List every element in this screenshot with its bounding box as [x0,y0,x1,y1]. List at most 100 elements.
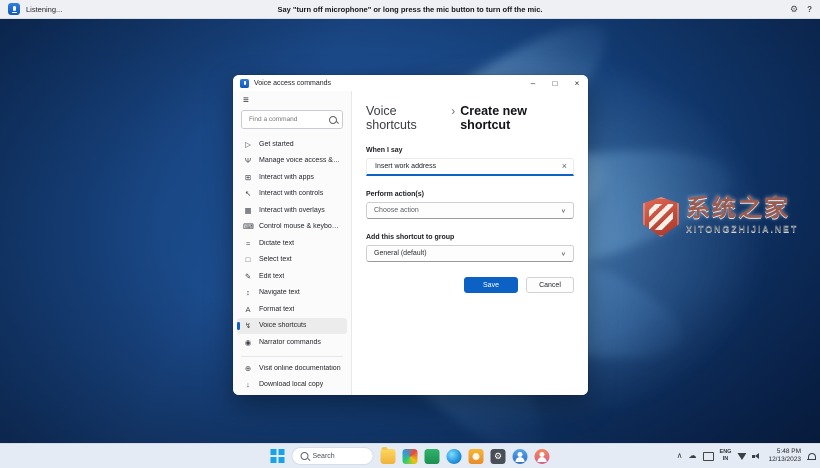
sidebar-item-label: Manage voice access & mic [259,157,341,165]
microphone-icon[interactable] [8,3,20,15]
settings-gear-icon[interactable]: ⚙ [790,4,798,15]
sidebar-item-interact-with-apps[interactable]: ⊞ Interact with apps [237,169,347,186]
sidebar-item-get-started[interactable]: ▷ Get started [237,136,347,153]
sidebar-item-control-mouse-keyboard[interactable]: ⌨ Control mouse & keyboard [237,219,347,236]
navigate-icon: ↕ [246,288,250,298]
help-icon[interactable]: ? [807,5,812,14]
voice-shortcut-icon: ↯ [244,321,252,331]
select-text-icon: □ [245,255,251,265]
contacts-app-icon[interactable] [534,448,550,464]
save-button[interactable]: Save [464,277,518,293]
sidebar-item-label: Control mouse & keyboard [259,223,341,231]
sidebar-item-label: Get started [259,140,294,148]
get-started-icon: ▷ [245,139,251,149]
sidebar-divider [241,356,343,357]
sidebar-item-label: Navigate text [259,289,300,297]
sidebar: ≡ ▷ Get started Ψ Manage voice access & mic… [233,91,352,395]
tray-date: 12/13/2023 [768,456,801,463]
breadcrumb-parent[interactable]: Voice shortcuts [366,104,446,132]
breadcrumb: Voice shortcuts › Create new shortcut [366,104,574,132]
watermark-shield-logo [643,197,679,237]
sidebar-item-label: Narrator commands [259,338,321,346]
sidebar-item-voice-shortcuts[interactable]: ↯ Voice shortcuts [237,317,347,334]
sidebar-item-label: Edit text [259,272,285,280]
content-pane: Voice shortcuts › Create new shortcut Wh… [352,91,588,395]
microphone-icon: Ψ [244,156,252,166]
sidebar-item-interact-with-overlays[interactable]: ▦ Interact with overlays [237,202,347,219]
listening-status: Listening... [26,4,63,14]
volume-icon[interactable] [752,452,762,460]
sidebar-item-visit-online-documentation[interactable]: ⊕ Visit online documentation [237,360,347,377]
when-i-say-input[interactable] [373,162,558,171]
group-value: General (default) [374,250,427,257]
edit-icon: ✎ [244,271,252,281]
when-i-say-field[interactable]: × [366,158,574,176]
file-explorer-icon[interactable] [380,447,396,464]
clock[interactable]: 5:48 PM 12/13/2023 [768,448,801,464]
clear-input-icon[interactable]: × [562,162,567,171]
window-titlebar[interactable]: Voice access commands – □ × [233,75,588,91]
sidebar-item-narrator-commands[interactable]: ◉ Narrator commands [237,334,347,351]
display-tray-icon[interactable] [702,451,714,461]
language-indicator[interactable]: ENG IN [720,449,732,462]
sidebar-item-interact-with-controls[interactable]: ↖ Interact with controls [237,186,347,203]
hamburger-menu-icon[interactable]: ≡ [243,96,351,106]
people-app-icon[interactable] [468,448,484,464]
chevron-down-icon: ∨ [560,208,566,214]
sidebar-item-label: Interact with apps [259,173,314,181]
sidebar-item-manage-voice-access-mic[interactable]: Ψ Manage voice access & mic [237,153,347,170]
taskbar-search-box[interactable]: Search [291,447,374,465]
sidebar-item-download-local-copy[interactable]: ↓ Download local copy [237,377,347,394]
close-button[interactable]: × [566,75,588,91]
sidebar-item-label: Format text [259,305,295,313]
sidebar-item-label: Select text [259,256,292,264]
sidebar-item-navigate-text[interactable]: ↕ Navigate text [237,285,347,302]
narrator-icon: ◉ [244,337,252,347]
green-app-icon[interactable] [424,448,440,464]
group-dropdown[interactable]: General (default) ∨ [366,245,574,262]
sidebar-item-dictate-text[interactable]: ≈ Dictate text [237,235,347,252]
taskbar-apps [380,447,550,464]
minimize-button[interactable]: – [522,75,544,91]
cursor-icon: ↖ [244,189,252,199]
dictate-icon: ≈ [245,238,251,248]
tray-time: 5:48 PM [776,447,801,455]
voice-hint-message: Say "turn off microphone" or long press … [277,4,543,14]
watermark-subtitle: XITONGZHIJIA.NET [686,224,799,234]
globe-icon: ⊕ [244,363,252,373]
sidebar-item-label: Interact with controls [259,190,324,198]
voice-access-app-icon[interactable] [512,448,528,464]
when-i-say-label: When I say [366,147,403,154]
photos-app-icon[interactable] [402,448,418,464]
sidebar-item-label: Dictate text [259,239,295,247]
search-icon [329,115,337,124]
sidebar-footer-list: ⊕ Visit online documentation ↓ Download loc… [233,360,351,393]
taskbar: Search ∧ ☁ ENG IN 5:48 PM 12/13/2023 [0,443,820,468]
cancel-button[interactable]: Cancel [526,277,574,293]
edge-browser-icon[interactable] [446,448,462,464]
perform-actions-label: Perform action(s) [366,191,424,198]
sidebar-item-edit-text[interactable]: ✎ Edit text [237,268,347,285]
hidden-icons-chevron-icon[interactable]: ∧ [677,452,683,460]
keyboard-icon: ⌨ [243,222,254,232]
breadcrumb-separator-icon: › [451,104,456,118]
command-search-box[interactable] [241,110,343,129]
sidebar-item-format-text[interactable]: A Format text [237,301,347,318]
notification-bell-icon[interactable] [807,452,816,461]
perform-actions-value: Choose action [374,207,419,214]
sidebar-item-label: Interact with overlays [259,206,325,214]
wifi-icon[interactable] [737,452,747,460]
start-button[interactable] [270,449,285,463]
voice-access-commands-window: Voice access commands – □ × ≡ ▷ Get start… [233,75,588,395]
perform-actions-dropdown[interactable]: Choose action ∨ [366,202,574,219]
apps-icon: ⊞ [244,172,252,182]
desktop: 系统之家 XITONGZHIJIA.NET Listening... Say "… [0,0,820,468]
sidebar-item-label: Download local copy [259,381,324,389]
search-input[interactable] [247,115,325,124]
format-icon: A [245,304,251,314]
sidebar-item-select-text[interactable]: □ Select text [237,252,347,269]
onedrive-cloud-icon[interactable]: ☁ [689,452,697,460]
settings-app-icon[interactable] [490,448,506,464]
maximize-button[interactable]: □ [544,75,566,91]
sidebar-item-label: Voice shortcuts [259,322,307,330]
